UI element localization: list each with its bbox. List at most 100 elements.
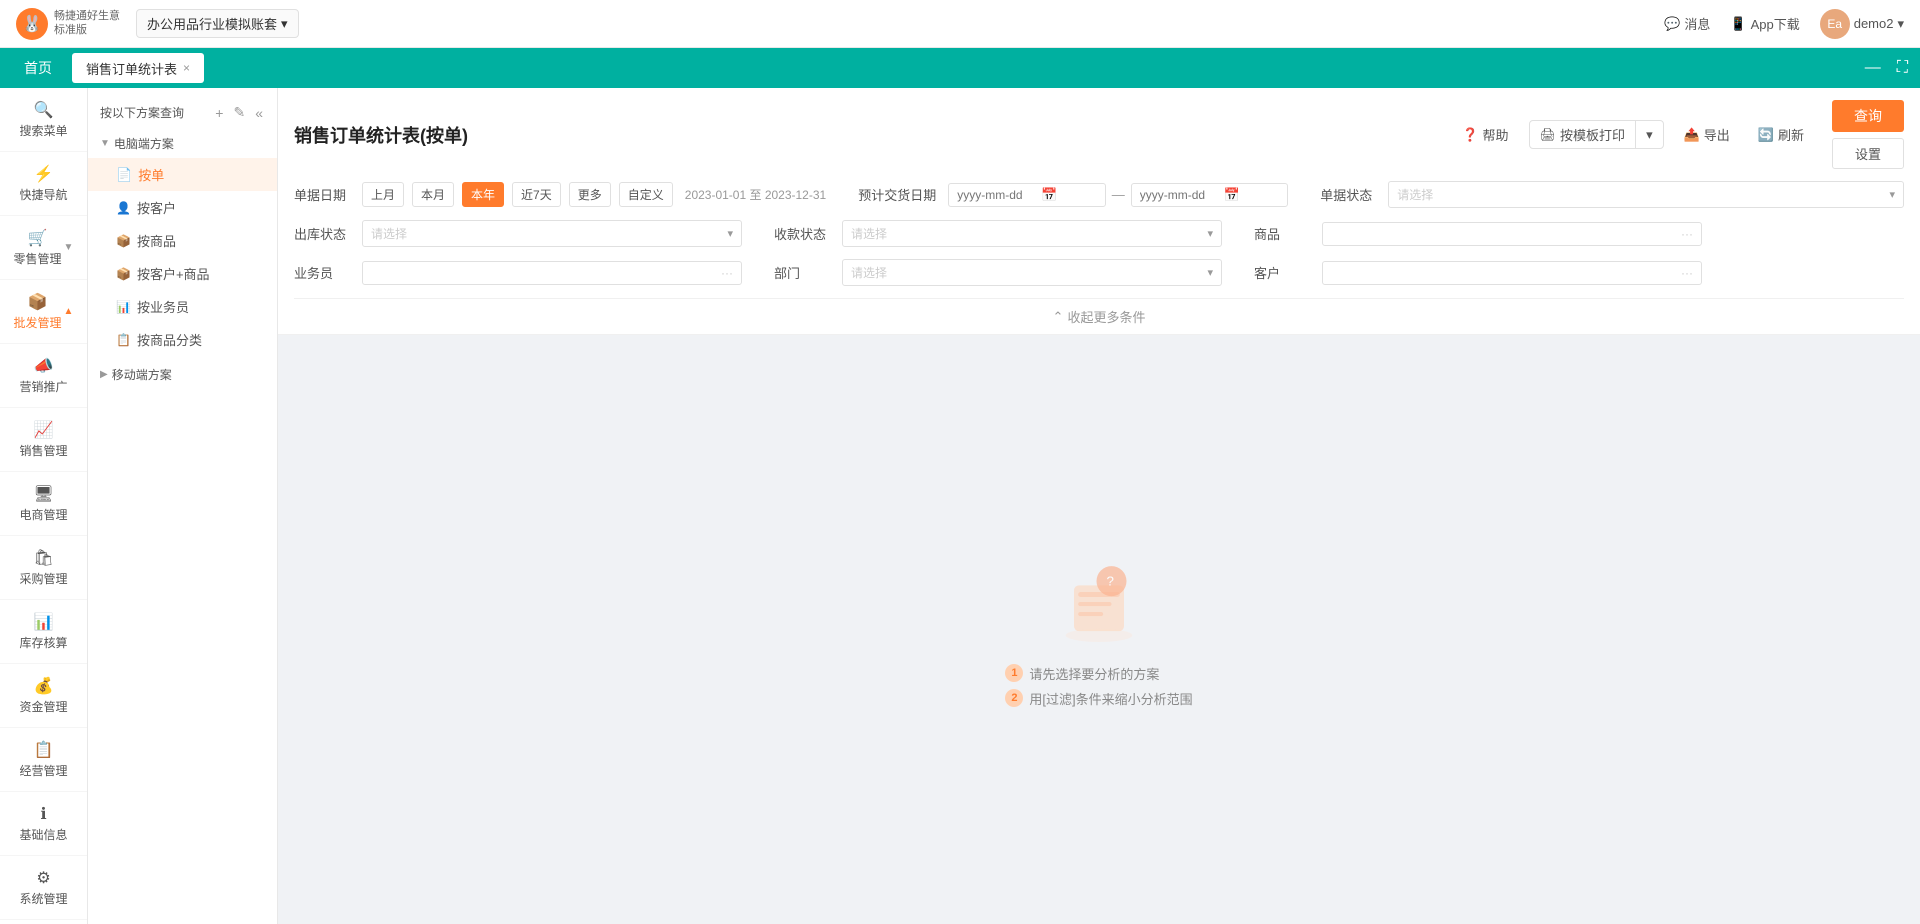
- app-download-btn[interactable]: 📱 App下载: [1730, 14, 1799, 33]
- tabbar-actions: — ⛶: [1861, 55, 1912, 81]
- sidebar-item-system[interactable]: ⚙ 系统管理: [0, 856, 87, 920]
- help-btn[interactable]: ❓ 帮助: [1454, 121, 1516, 148]
- dept-select[interactable]: 请选择 ▾: [842, 259, 1222, 286]
- scheme-item-by-order[interactable]: 📄 按单: [88, 158, 277, 191]
- ops-icon: 📋: [0, 740, 87, 760]
- scheme-item-by-customer-goods[interactable]: 📦 按客户+商品: [88, 257, 277, 290]
- chevron-down-icon: ▾: [1207, 266, 1213, 279]
- chevron-right-icon: ▶: [100, 369, 108, 380]
- customer-field[interactable]: ···: [1322, 261, 1702, 285]
- more-icon[interactable]: ···: [1681, 227, 1693, 241]
- list-icon: 📋: [116, 333, 131, 347]
- chevron-down-icon: ▾: [1897, 16, 1904, 32]
- print-btn[interactable]: 🖨 按模板打印: [1530, 121, 1637, 148]
- sidebar-item-sales[interactable]: 📈 销售管理: [0, 408, 87, 472]
- chevron-down-icon: ▾: [1646, 127, 1653, 143]
- chevron-down-icon: ▾: [1207, 227, 1213, 240]
- company-selector[interactable]: 办公用品行业模拟账套 ▾: [136, 9, 299, 38]
- custom-date-btn[interactable]: 自定义: [619, 182, 673, 207]
- sidebar-item-purchase[interactable]: 🛍 采购管理: [0, 536, 87, 600]
- export-btn[interactable]: 📤 导出: [1676, 121, 1738, 148]
- more-icon[interactable]: ···: [721, 266, 733, 280]
- empty-state: ? 1 请先选择要分析的方案 2 用[过滤]条件来缩小分析范围: [278, 335, 1920, 924]
- expected-date-start[interactable]: 📅: [948, 183, 1106, 207]
- scheme-add-btn[interactable]: +: [213, 103, 225, 123]
- search-icon: 🔍: [0, 100, 87, 120]
- inventory-icon: 📊: [0, 612, 87, 632]
- message-btn[interactable]: 💬 消息: [1664, 14, 1710, 33]
- export-icon: 📤: [1684, 127, 1700, 143]
- expected-date-label: 预计交货日期: [858, 185, 936, 204]
- prev-month-btn[interactable]: 上月: [362, 182, 404, 207]
- expected-date-start-input[interactable]: [957, 188, 1037, 202]
- chart-icon: 📈: [0, 420, 87, 440]
- setting-button[interactable]: 设置: [1832, 138, 1904, 169]
- scheme-panel-header: 按以下方案查询 + ✎ «: [88, 96, 277, 129]
- scheme-panel: 按以下方案查询 + ✎ « ▼ 电脑端方案 📄 按单 👤 按客户 📦 按商品: [88, 88, 278, 924]
- content-area: 销售订单统计表(按单) ❓ 帮助 🖨 按模板打印 ▾: [278, 88, 1920, 924]
- ship-status-select[interactable]: 请选择 ▾: [362, 220, 742, 247]
- sidebar-item-shortcuts[interactable]: ⚡ 快捷导航: [0, 152, 87, 216]
- scheme-collapse-btn[interactable]: «: [253, 103, 265, 123]
- customer-label: 客户: [1254, 263, 1310, 282]
- main-layout: 🔍 搜索菜单 ⚡ 快捷导航 🛒 零售管理 ▼ 📦 批发管理 ▲ 📣 营销推广: [0, 88, 1920, 924]
- refresh-btn[interactable]: 🔄 刷新: [1750, 121, 1812, 148]
- chevron-down-icon: ▾: [281, 16, 288, 32]
- logo-text: 畅捷通好生意 标准版: [54, 10, 120, 36]
- empty-tip-2: 2 用[过滤]条件来缩小分析范围: [1005, 689, 1192, 708]
- scheme-item-by-salesperson[interactable]: 📊 按业务员: [88, 290, 277, 323]
- more-icon[interactable]: ···: [1681, 266, 1693, 280]
- money-icon: 💰: [0, 676, 87, 696]
- this-month-btn[interactable]: 本月: [412, 182, 454, 207]
- megaphone-icon: 📣: [0, 356, 87, 376]
- expected-date-end-input[interactable]: [1140, 188, 1220, 202]
- chevron-down-icon: ▾: [727, 227, 733, 240]
- doc-status-select[interactable]: 请选择 ▾: [1388, 181, 1904, 208]
- print-dropdown-btn[interactable]: ▾: [1636, 123, 1663, 147]
- more-date-btn[interactable]: 更多: [569, 182, 611, 207]
- sidebar-item-basics[interactable]: ℹ 基础信息: [0, 792, 87, 856]
- salesperson-field[interactable]: ···: [362, 261, 742, 285]
- mobile-icon: 📱: [1730, 16, 1746, 32]
- sidebar-item-retail[interactable]: 🛒 零售管理 ▼: [0, 216, 87, 280]
- lightning-icon: ⚡: [0, 164, 87, 184]
- minimize-btn[interactable]: —: [1861, 55, 1885, 81]
- sidebar-item-ecommerce[interactable]: 🖥 电商管理: [0, 472, 87, 536]
- scheme-pc-section[interactable]: ▼ 电脑端方案: [88, 129, 277, 158]
- sidebar-item-wholesale[interactable]: 📦 批发管理 ▲: [0, 280, 87, 344]
- scheme-edit-btn[interactable]: ✎: [231, 102, 247, 123]
- sidebar-item-inventory[interactable]: 📊 库存核算: [0, 600, 87, 664]
- monitor-icon: 🖥: [0, 484, 87, 504]
- sidebar-item-finance[interactable]: 💰 资金管理: [0, 664, 87, 728]
- pay-status-label: 收款状态: [774, 224, 830, 243]
- expected-date-end[interactable]: 📅: [1131, 183, 1289, 207]
- scheme-item-by-category[interactable]: 📋 按商品分类: [88, 323, 277, 356]
- pay-status-select[interactable]: 请选择 ▾: [842, 220, 1222, 247]
- sidebar-item-marketing[interactable]: 📣 营销推广: [0, 344, 87, 408]
- scheme-header-label: 按以下方案查询: [100, 104, 207, 121]
- scheme-mobile-section[interactable]: ▶ 移动端方案: [88, 360, 277, 389]
- scheme-pc-label: 电脑端方案: [114, 135, 174, 152]
- collapse-filter-btn[interactable]: ⌃ 收起更多条件: [294, 298, 1904, 334]
- tab-home[interactable]: 首页: [8, 48, 68, 88]
- user-menu[interactable]: Ea demo2 ▾: [1820, 9, 1904, 39]
- sidebar-item-collab[interactable]: 🤝 企业协同: [0, 920, 87, 924]
- sidebar-item-search[interactable]: 🔍 搜索菜单: [0, 88, 87, 152]
- this-year-btn[interactable]: 本年: [462, 182, 504, 207]
- goods-icon: 📦: [116, 234, 131, 248]
- tab-close-btn[interactable]: ×: [183, 61, 190, 75]
- goods-field[interactable]: ···: [1322, 222, 1702, 246]
- empty-tip-1: 1 请先选择要分析的方案: [1005, 664, 1192, 683]
- maximize-btn[interactable]: ⛶: [1893, 55, 1912, 81]
- sidebar-item-operations[interactable]: 📋 经营管理: [0, 728, 87, 792]
- tab-sales-order-stats[interactable]: 销售订单统计表 ×: [72, 53, 204, 83]
- main-action-btns: 查询 设置: [1824, 100, 1904, 169]
- page-title: 销售订单统计表(按单): [294, 122, 468, 148]
- main-content: 按以下方案查询 + ✎ « ▼ 电脑端方案 📄 按单 👤 按客户 📦 按商品: [88, 88, 1920, 924]
- empty-illustration: ?: [1049, 552, 1149, 652]
- scheme-item-by-goods[interactable]: 📦 按商品: [88, 224, 277, 257]
- scheme-item-by-customer[interactable]: 👤 按客户: [88, 191, 277, 224]
- query-button[interactable]: 查询: [1832, 100, 1904, 132]
- last7-btn[interactable]: 近7天: [512, 182, 561, 207]
- shopping-icon: 🛍: [0, 548, 87, 568]
